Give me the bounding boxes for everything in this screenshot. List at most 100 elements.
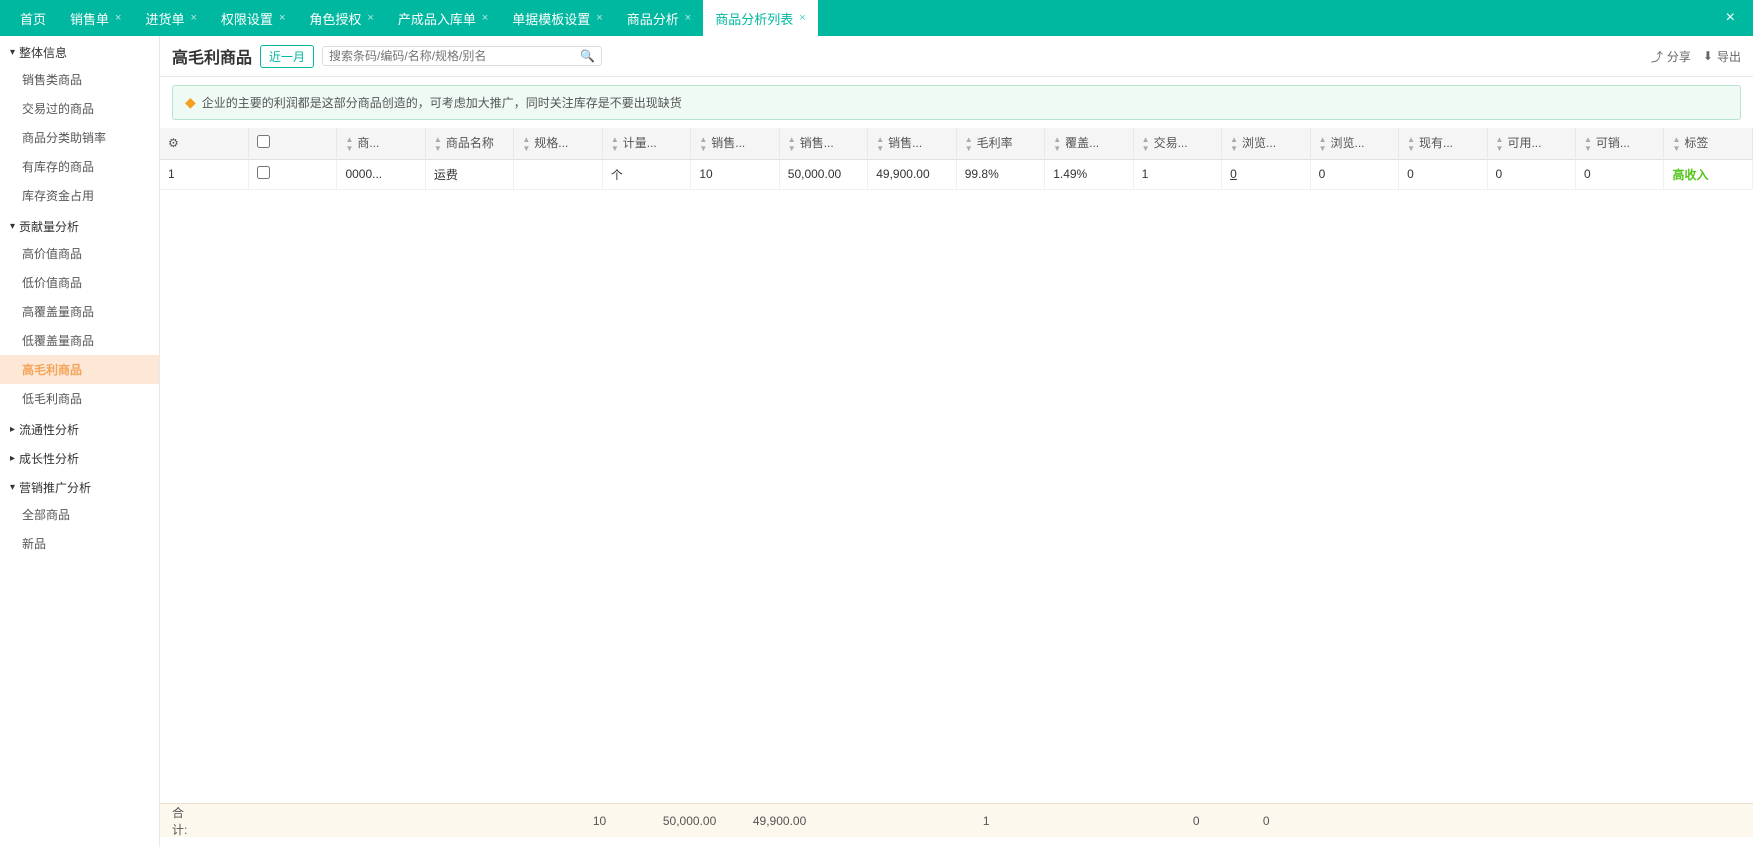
sidebar-toggle[interactable]: « — [159, 44, 160, 72]
sidebar-item-销售类商品[interactable]: 销售类商品 — [0, 65, 159, 94]
cell-salesCost: 49,900.00 — [868, 159, 956, 189]
sort-icon-avail: ▲▼ — [1496, 135, 1504, 153]
section-arrow: ▸ — [10, 453, 15, 464]
cell-browse2: 0 — [1310, 159, 1398, 189]
col-header-unit[interactable]: ▲▼ 计量... — [602, 128, 690, 159]
cell-name: 运费 — [425, 159, 513, 189]
sort-icon-browse2: ▲▼ — [1319, 135, 1327, 153]
nav-item-商品分析[interactable]: 商品分析× — [615, 0, 703, 36]
close-tab-销售单[interactable]: × — [115, 12, 121, 24]
nav-item-产成品入库单[interactable]: 产成品入库单× — [386, 0, 500, 36]
col-header-spec[interactable]: ▲▼规格... — [514, 128, 602, 159]
info-icon: ◆ — [185, 94, 196, 111]
nav-item-进货单[interactable]: 进货单× — [133, 0, 208, 36]
col-label-unit: 计量... — [623, 136, 657, 150]
col-header-salesCost[interactable]: ▲▼销售... — [868, 128, 956, 159]
close-tab-商品分析[interactable]: × — [685, 12, 691, 24]
sidebar-section-流通性分析[interactable]: ▸流通性分析 — [0, 413, 159, 442]
share-button[interactable]: ⤴ 分享 — [1651, 48, 1691, 65]
sidebar-section-成长性分析[interactable]: ▸成长性分析 — [0, 442, 159, 471]
export-label: 导出 — [1717, 48, 1741, 65]
sidebar-item-商品分类助销率[interactable]: 商品分类助销率 — [0, 123, 159, 152]
nav-item-商品分析列表[interactable]: 商品分析列表× — [703, 0, 817, 36]
sidebar-item-高毛利商品[interactable]: 高毛利商品 — [0, 355, 159, 384]
sidebar-item-有库存的商品[interactable]: 有库存的商品 — [0, 152, 159, 181]
sidebar-section-整体信息[interactable]: ▾整体信息 — [0, 36, 159, 65]
col-header-browse1[interactable]: ▲▼ 浏览... — [1222, 128, 1310, 159]
sort-icon-grossRate: ▲▼ — [965, 135, 973, 153]
cell-stock: 0 — [1399, 159, 1487, 189]
col-header-trade[interactable]: ▲▼ 交易... — [1133, 128, 1221, 159]
sort-icon-trade: ▲▼ — [1142, 135, 1150, 153]
col-label-tag: 标签 — [1684, 136, 1708, 150]
sidebar-item-低价值商品[interactable]: 低价值商品 — [0, 268, 159, 297]
col-label-browse1: 浏览... — [1242, 136, 1276, 150]
sidebar-section-营销推广分析[interactable]: ▾营销推广分析 — [0, 471, 159, 500]
col-header-salable[interactable]: ▲▼可销... — [1576, 128, 1664, 159]
nav-item-销售单[interactable]: 销售单× — [58, 0, 133, 36]
nav-item-单据模板设置[interactable]: 单据模板设置× — [500, 0, 614, 36]
col-header-avail[interactable]: ▲▼可用... — [1487, 128, 1575, 159]
cell-salesAmt: 50,000.00 — [779, 159, 867, 189]
sidebar-item-高覆盖量商品[interactable]: 高覆盖量商品 — [0, 297, 159, 326]
sidebar-section-贡献量分析[interactable]: ▾贡献量分析 — [0, 210, 159, 239]
close-tab-角色授权[interactable]: × — [367, 12, 373, 24]
cell-tag: 高收入 — [1664, 159, 1753, 189]
sort-icon-salesCost: ▲▼ — [876, 135, 884, 153]
content-area: 高毛利商品 近一月 🔍 ⤴ 分享 ⬇ 导出 ◆ 企业的主要的利润都是这部分商品创… — [160, 36, 1753, 847]
col-header-code[interactable]: ▲▼商... — [337, 128, 425, 159]
sidebar-item-交易过的商品[interactable]: 交易过的商品 — [0, 94, 159, 123]
browse1-link[interactable]: 0 — [1230, 167, 1237, 181]
close-tab-单据模板设置[interactable]: × — [596, 12, 602, 24]
close-tab-商品分析列表[interactable]: × — [799, 12, 805, 24]
row-checkbox[interactable] — [257, 166, 270, 179]
sidebar-item-低毛利商品[interactable]: 低毛利商品 — [0, 384, 159, 413]
col-header-name[interactable]: ▲▼商品名称 — [425, 128, 513, 159]
sidebar-item-新品[interactable]: 新品 — [0, 529, 159, 558]
col-label-name: 商品名称 — [446, 136, 494, 150]
sidebar-item-库存资金占用[interactable]: 库存资金占用 — [0, 181, 159, 210]
close-tab-权限设置[interactable]: × — [279, 12, 285, 24]
col-label-trade: 交易... — [1154, 136, 1188, 150]
search-input[interactable] — [329, 49, 580, 63]
section-arrow: ▸ — [10, 424, 15, 435]
footer-label: 合计: — [172, 804, 199, 838]
close-tab-进货单[interactable]: × — [190, 12, 196, 24]
close-all-tabs[interactable]: × — [1716, 9, 1745, 27]
col-header-cover[interactable]: ▲▼覆盖... — [1045, 128, 1133, 159]
sidebar-item-低覆盖量商品[interactable]: 低覆盖量商品 — [0, 326, 159, 355]
col-header-salesQty[interactable]: ▲▼销售... — [691, 128, 779, 159]
col-header-grossRate[interactable]: ▲▼毛利率 — [956, 128, 1044, 159]
cell-unit: 个 — [602, 159, 690, 189]
footer-stock: 0 — [1193, 814, 1263, 828]
col-header-stock[interactable]: ▲▼现有... — [1399, 128, 1487, 159]
nav-item-首页[interactable]: 首页 — [8, 0, 58, 36]
search-icon[interactable]: 🔍 — [580, 49, 595, 63]
cell-grossRate: 99.8% — [956, 159, 1044, 189]
filter-recent-month[interactable]: 近一月 — [260, 45, 314, 68]
settings-icon[interactable]: ⚙ — [168, 136, 179, 150]
main-layout: « ▾整体信息销售类商品交易过的商品商品分类助销率有库存的商品库存资金占用▾贡献… — [0, 36, 1753, 847]
sort-icon-unit: ▲▼ — [611, 135, 619, 153]
section-arrow: ▾ — [10, 47, 15, 58]
col-label-browse2: 浏览... — [1331, 136, 1365, 150]
nav-item-权限设置[interactable]: 权限设置× — [209, 0, 297, 36]
cell-code: 0000... — [337, 159, 425, 189]
col-header-tag[interactable]: ▲▼ 标签 — [1664, 128, 1753, 159]
sidebar: « ▾整体信息销售类商品交易过的商品商品分类助销率有库存的商品库存资金占用▾贡献… — [0, 36, 160, 847]
select-all-checkbox[interactable] — [257, 135, 270, 148]
data-table-wrapper[interactable]: ⚙▲▼商...▲▼商品名称▲▼规格...▲▼计量...▲▼销售...▲▼销售..… — [160, 128, 1753, 807]
sort-icon-tag: ▲▼ — [1672, 135, 1680, 153]
col-header-check — [248, 128, 336, 159]
sidebar-item-全部商品[interactable]: 全部商品 — [0, 500, 159, 529]
close-tab-产成品入库单[interactable]: × — [482, 12, 488, 24]
col-header-browse2[interactable]: ▲▼ 浏览... — [1310, 128, 1398, 159]
export-button[interactable]: ⬇ 导出 — [1703, 48, 1741, 65]
sidebar-item-高价值商品[interactable]: 高价值商品 — [0, 239, 159, 268]
col-label-salesQty: 销售... — [711, 136, 745, 150]
cell-avail: 0 — [1487, 159, 1575, 189]
col-header-num: ⚙ — [160, 128, 248, 159]
sort-icon-browse1: ▲▼ — [1230, 135, 1238, 153]
nav-item-角色授权[interactable]: 角色授权× — [297, 0, 385, 36]
col-header-salesAmt[interactable]: ▲▼销售... — [779, 128, 867, 159]
